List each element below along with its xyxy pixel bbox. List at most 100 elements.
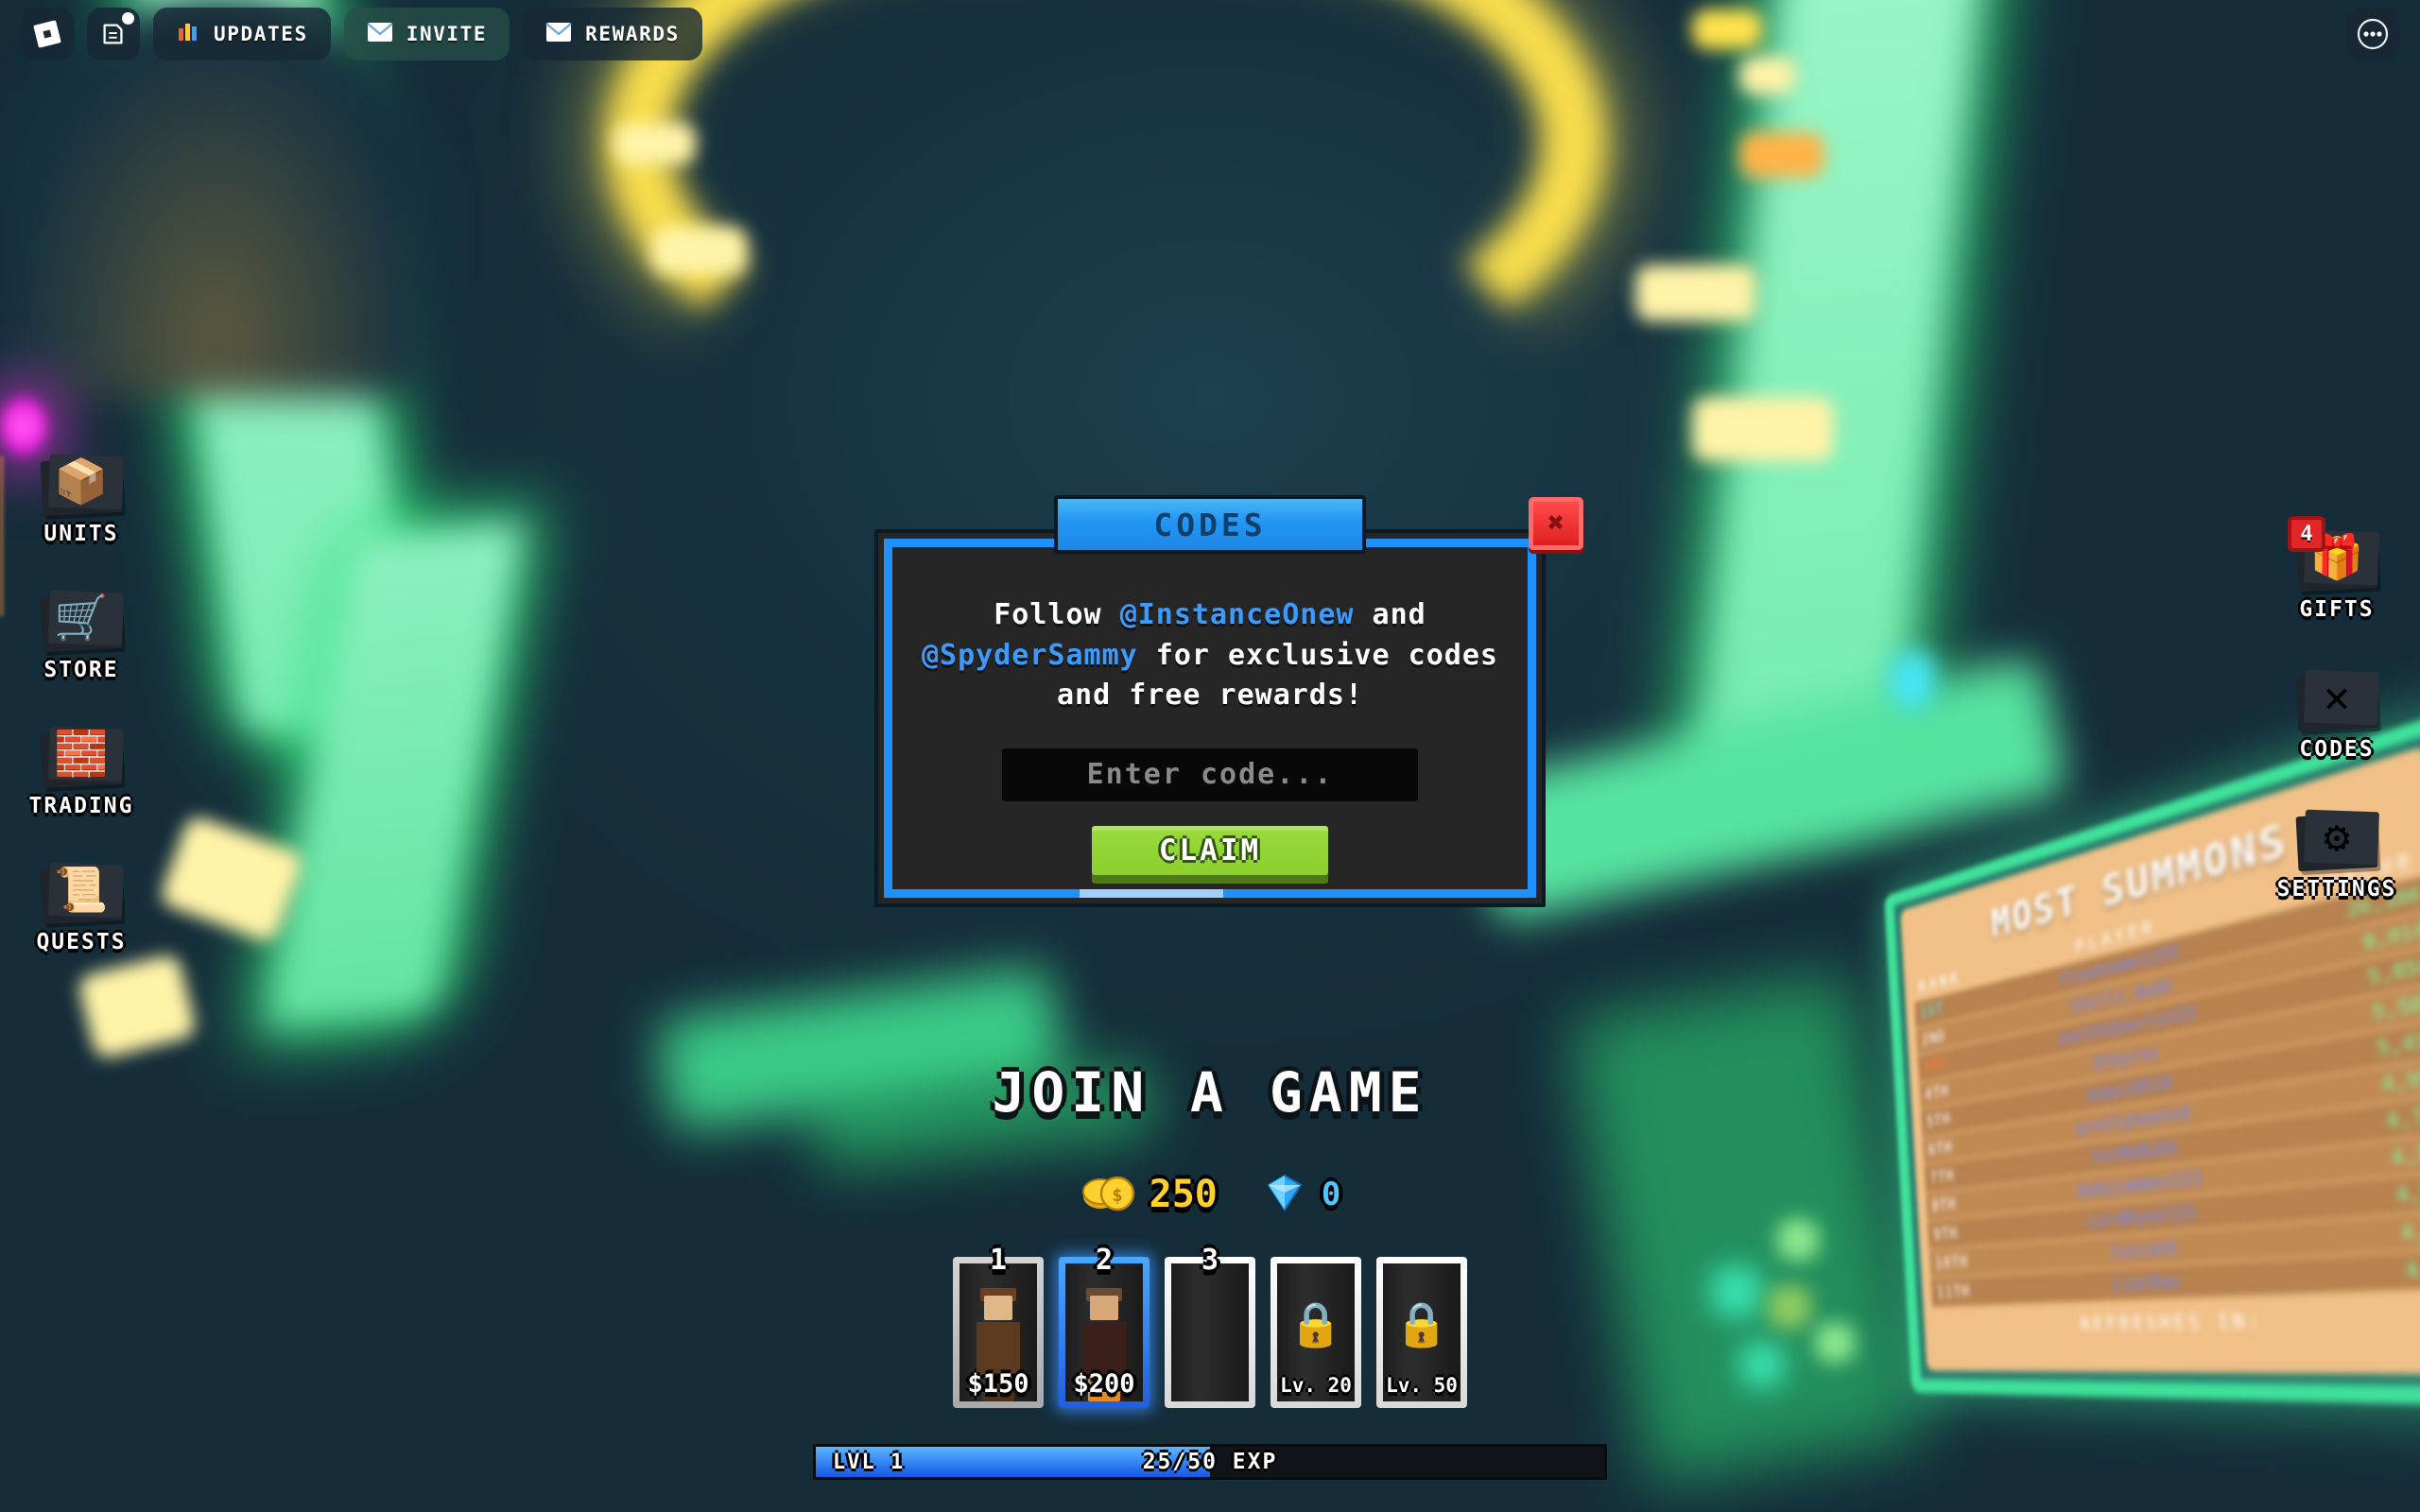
dialog-edge-right bbox=[1528, 539, 1536, 898]
slot-number: 2 bbox=[1095, 1244, 1114, 1277]
unit-slot[interactable]: 2 $200 bbox=[1059, 1244, 1150, 1408]
floating-block bbox=[1635, 265, 1756, 321]
left-menu-item-store[interactable]: 🛒 STORE bbox=[21, 580, 142, 682]
right-side-menu: 4 🎁 GIFTS ✕ CODES ⚙ SETTINGS bbox=[2276, 516, 2397, 902]
lock-icon: 🔒 bbox=[1394, 1298, 1449, 1349]
code-input[interactable]: Enter code... bbox=[1002, 747, 1418, 801]
floating-block bbox=[652, 227, 747, 274]
left-menu-item-units[interactable]: 📦 UNITS bbox=[21, 444, 142, 546]
codes-dialog-title-label: CODES bbox=[1153, 506, 1267, 543]
floating-light bbox=[1891, 652, 1934, 709]
unit-slot[interactable]: 1 $150 bbox=[953, 1244, 1044, 1408]
unit-slot-row: 1 $150 2 $200 3 🔒 Lv. 20 🔒 Lv. 50 bbox=[0, 1244, 2420, 1408]
exp-bar: LVL 1 25/50 EXP bbox=[813, 1444, 1607, 1480]
gem-currency: 0 bbox=[1259, 1172, 1340, 1217]
left-menu-item-quests[interactable]: 📜 QUESTS bbox=[21, 852, 142, 954]
chart-bars-icon bbox=[176, 20, 200, 48]
left-menu-label: QUESTS bbox=[36, 930, 127, 954]
slot-price: $200 bbox=[1073, 1369, 1135, 1399]
close-x-glyph: ✖ bbox=[1547, 507, 1565, 540]
code-input-placeholder: Enter code... bbox=[1086, 758, 1334, 792]
right-menu-label: SETTINGS bbox=[2276, 877, 2397, 902]
codes-dialog-message: Follow @InstanceOnew and @SpyderSammy fo… bbox=[916, 595, 1504, 716]
rewards-button[interactable]: REWARDS bbox=[523, 8, 702, 60]
left-menu-label: STORE bbox=[43, 658, 119, 682]
boxes-icon-glyph: 📦 bbox=[54, 455, 109, 507]
roblox-logo-icon[interactable] bbox=[21, 8, 74, 60]
message-part-2: and bbox=[1354, 598, 1426, 631]
floating-block bbox=[1739, 132, 1824, 178]
rewards-label: REWARDS bbox=[585, 23, 680, 45]
ground-glow bbox=[1567, 971, 1930, 1486]
unit-slot[interactable]: 🔒 Lv. 50 bbox=[1376, 1257, 1467, 1408]
gear-icon: ⚙ bbox=[2293, 799, 2380, 873]
floating-block bbox=[1692, 397, 1834, 461]
gear-icon-glyph: ⚙ bbox=[2324, 811, 2350, 862]
coin-amount: 250 bbox=[1149, 1173, 1218, 1216]
envelope-icon bbox=[545, 22, 572, 46]
currency-row: $ 250 0 bbox=[0, 1172, 2420, 1217]
updates-label: UPDATES bbox=[214, 23, 308, 45]
codes-dialog-body: Follow @InstanceOnew and @SpyderSammy fo… bbox=[874, 529, 1546, 907]
boxes-icon: 📦 bbox=[38, 444, 125, 518]
dialog-edge-bottom bbox=[884, 888, 1536, 898]
slot-unlock-level: Lv. 20 bbox=[1280, 1374, 1352, 1397]
right-menu-item-codes[interactable]: ✕ CODES bbox=[2276, 660, 2397, 762]
codes-dialog: CODES ✖ Follow @InstanceOnew and @Spyder… bbox=[874, 495, 1583, 907]
floating-block bbox=[614, 123, 696, 164]
top-navigation-bar: UPDATES INVITE REWARDS bbox=[0, 0, 2420, 68]
x-logo-icon-glyph: ✕ bbox=[2324, 671, 2350, 722]
message-part-1: Follow bbox=[994, 598, 1120, 631]
page-title: JOIN A GAME bbox=[992, 1060, 1428, 1125]
invite-label: INVITE bbox=[406, 23, 488, 45]
left-menu-item-trading[interactable]: 🧱 TRADING bbox=[21, 716, 142, 818]
handle-spydersammy[interactable]: @SpyderSammy bbox=[922, 639, 1138, 672]
scroll-icon: 📜 bbox=[38, 852, 125, 926]
slot-unlock-level: Lv. 50 bbox=[1386, 1374, 1458, 1397]
leaderboard-rank: 6TH bbox=[1927, 1137, 1953, 1160]
scroll-icon-glyph: 📜 bbox=[54, 864, 109, 915]
cart-icon-glyph: 🛒 bbox=[54, 592, 109, 643]
portal-beam bbox=[0, 455, 3, 616]
handle-instanceonew[interactable]: @InstanceOnew bbox=[1120, 598, 1355, 631]
gem-amount: 0 bbox=[1321, 1176, 1341, 1213]
gift-icon: 4 🎁 bbox=[2288, 516, 2380, 593]
gift-count-badge: 4 bbox=[2288, 516, 2325, 552]
slot-number: 1 bbox=[989, 1244, 1008, 1277]
unit-slot[interactable]: 🔒 Lv. 20 bbox=[1270, 1257, 1361, 1408]
gem-icon bbox=[1259, 1172, 1310, 1217]
claim-button-label: CLAIM bbox=[1158, 833, 1262, 868]
character-head bbox=[984, 1296, 1012, 1320]
floating-block bbox=[76, 953, 199, 1060]
close-x-icon[interactable]: ✖ bbox=[1529, 497, 1583, 550]
left-side-menu: 📦 UNITS 🛒 STORE 🧱 TRADING 📜 QUESTS bbox=[21, 444, 142, 954]
table-icon: 🧱 bbox=[38, 716, 125, 790]
slot-number: 3 bbox=[1201, 1244, 1219, 1277]
left-menu-label: UNITS bbox=[43, 522, 119, 546]
invite-button[interactable]: INVITE bbox=[343, 8, 510, 60]
slot-body bbox=[1171, 1263, 1249, 1401]
leaderboard-value: 4,521 bbox=[2399, 1215, 2420, 1246]
table-icon-glyph: 🧱 bbox=[54, 728, 109, 779]
right-menu-item-gifts[interactable]: 4 🎁 GIFTS bbox=[2276, 516, 2397, 622]
claim-button[interactable]: CLAIM bbox=[1092, 825, 1328, 875]
svg-text:$: $ bbox=[1112, 1185, 1122, 1206]
envelope-icon bbox=[366, 22, 393, 46]
coin-currency: $ 250 bbox=[1080, 1172, 1218, 1217]
character-head bbox=[1090, 1296, 1118, 1320]
leaderboard-rank: 9TH bbox=[1932, 1223, 1959, 1245]
dialog-edge-left bbox=[884, 539, 892, 898]
x-logo-icon: ✕ bbox=[2293, 660, 2380, 733]
cart-icon: 🛒 bbox=[38, 580, 125, 654]
document-notification-icon[interactable] bbox=[87, 8, 140, 60]
unit-slot[interactable]: 3 bbox=[1165, 1244, 1255, 1408]
right-menu-item-settings[interactable]: ⚙ SETTINGS bbox=[2276, 799, 2397, 902]
notification-dot bbox=[122, 12, 134, 25]
left-menu-label: TRADING bbox=[28, 794, 134, 818]
right-menu-label: GIFTS bbox=[2299, 597, 2375, 622]
codes-dialog-title: CODES bbox=[1054, 495, 1366, 554]
lock-icon: 🔒 bbox=[1288, 1298, 1343, 1349]
exp-progress-label: 25/50 EXP bbox=[1142, 1450, 1278, 1474]
right-menu-label: CODES bbox=[2299, 737, 2375, 762]
updates-button[interactable]: UPDATES bbox=[153, 8, 331, 60]
